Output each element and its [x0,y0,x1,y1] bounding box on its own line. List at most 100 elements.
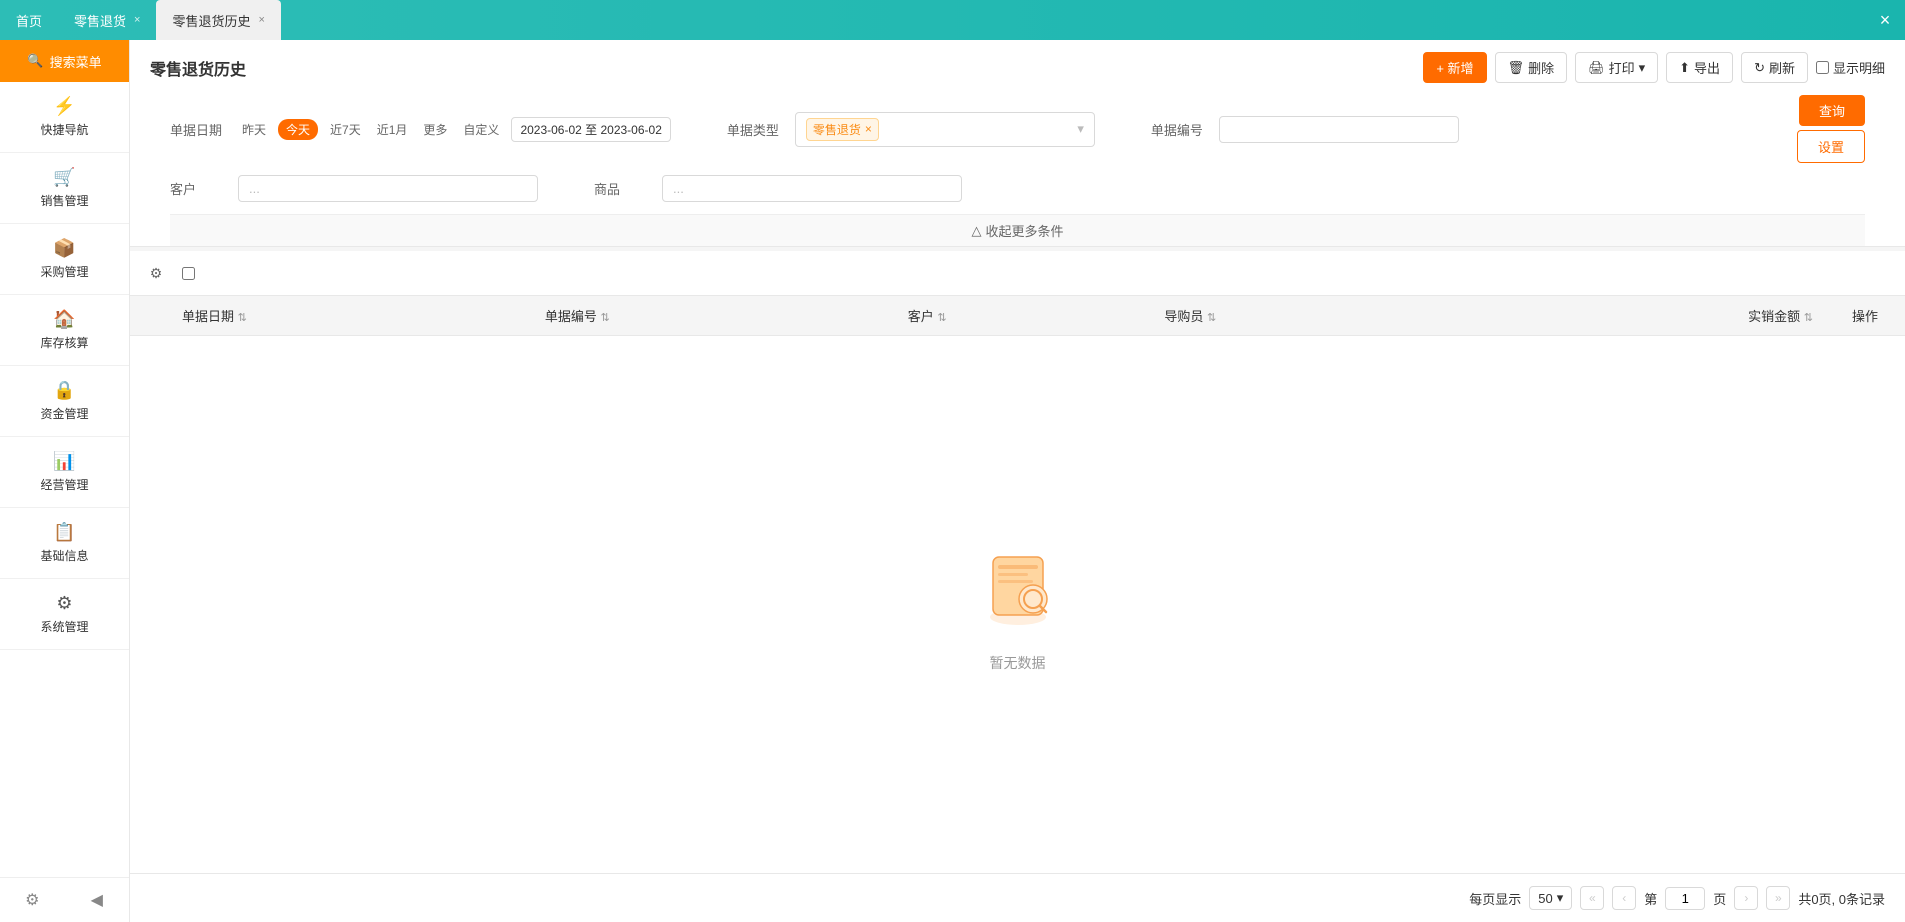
prev-page-btn[interactable]: ‹ [1612,886,1636,910]
date-range-input[interactable]: 2023-06-02 至 2023-06-02 [511,117,670,142]
date-btn-today[interactable]: 今天 [278,119,318,140]
delete-icon: 🗑 [1508,60,1525,76]
first-page-btn[interactable]: « [1580,886,1604,910]
customer-select[interactable]: ... [238,175,538,202]
tab-retail-return-label: 零售退货 [74,11,126,30]
tab-list: 首页 零售退货 × 零售退货历史 × [0,0,1865,40]
last-page-btn[interactable]: » [1766,886,1790,910]
quick-nav-icon: ⚡ [53,96,75,117]
sidebar-item-quick-nav-label: 快捷导航 [40,121,88,138]
sidebar-item-sales-mgmt[interactable]: 🛒 销售管理 [0,153,129,224]
filter-area: 单据日期 昨天 今天 近7天 近1月 更多 自定义 2023-06-02 至 2… [150,95,1885,246]
empty-text: 暂无数据 [990,653,1046,673]
filter-row-date: 单据日期 昨天 今天 近7天 近1月 更多 自定义 2023-06-02 至 2… [170,95,1865,163]
table-settings-icon[interactable]: ⚙ [142,259,170,287]
tab-retail-return-close[interactable]: × [134,14,140,26]
toolbar: + 新增 🗑 删除 🖨 打印 ▾ ⬆ 导出 ↻ [1423,52,1885,83]
page-input[interactable] [1665,887,1705,910]
tab-home[interactable]: 首页 [0,0,58,40]
basic-info-icon: 📋 [53,522,75,543]
filter-number-block: 单据编号 [1151,116,1459,143]
th-date[interactable]: 单据日期 [170,296,533,336]
ops-mgmt-icon: 📊 [53,451,75,472]
tab-retail-return[interactable]: 零售退货 × [58,0,156,40]
refresh-icon: ↻ [1754,60,1765,76]
tab-retail-return-history-close[interactable]: × [258,14,264,26]
filter-customer-block: 客户 ... [170,175,538,202]
goods-placeholder: ... [673,181,684,196]
collapse-button[interactable]: △ 收起更多条件 [170,214,1865,246]
type-tag-close[interactable]: × [865,122,872,136]
date-btn-more[interactable]: 更多 [419,119,451,140]
setting-button[interactable]: 设置 [1797,130,1865,163]
sidebar-item-inventory[interactable]: 🏠 库存核算 [0,295,129,366]
print-button[interactable]: 🖨 打印 ▾ [1575,52,1658,83]
table-area: ⚙ 单据日期 单据编号 [130,251,1905,873]
tab-retail-return-history-label: 零售退货历史 [172,11,250,30]
sidebar-item-finance-mgmt-label: 资金管理 [40,405,88,422]
sidebar: 🔍 搜索菜单 ⚡ 快捷导航 🛒 销售管理 📦 采购管理 🏠 库存核算 🔒 [0,40,130,922]
sidebar-item-inventory-label: 库存核算 [40,334,88,351]
print-icon: 🖨 [1588,60,1605,76]
th-guide-label: 导购员 [1164,309,1203,324]
sidebar-collapse-btn[interactable]: ◀ [65,886,130,914]
date-btn-custom[interactable]: 自定义 [459,119,503,140]
sidebar-item-sys-mgmt[interactable]: ⚙ 系统管理 [0,579,129,650]
show-detail-input[interactable] [1816,61,1829,74]
filter-type-block: 单据类型 零售退货 × ▾ [727,112,1095,147]
th-amount[interactable]: 实销金额 [1462,296,1825,336]
show-detail-checkbox[interactable]: 显示明细 [1816,58,1885,77]
top-bar: 首页 零售退货 × 零售退货历史 × × [0,0,1905,40]
sidebar-settings-btn[interactable]: ⚙ [0,886,65,914]
collapse-icon: ◀ [91,890,103,910]
next-page-btn[interactable]: › [1734,886,1758,910]
sidebar-item-purchase-mgmt[interactable]: 📦 采购管理 [0,224,129,295]
type-select[interactable]: 零售退货 × ▾ [795,112,1095,147]
sidebar-item-basic-info-label: 基础信息 [40,547,88,564]
type-chevron-icon: ▾ [1077,121,1084,137]
date-label: 单据日期 [170,120,230,139]
date-options: 昨天 今天 近7天 近1月 更多 自定义 2023-06-02 至 2023-0… [238,117,671,142]
select-all-checkbox[interactable] [182,267,195,280]
customer-placeholder: ... [249,181,260,196]
sidebar-item-quick-nav[interactable]: ⚡ 快捷导航 [0,82,129,153]
sys-mgmt-icon: ⚙ [56,593,72,614]
refresh-button[interactable]: ↻ 刷新 [1741,52,1808,83]
total-text: 共0页, 0条记录 [1798,889,1885,908]
sidebar-item-sales-mgmt-label: 销售管理 [40,192,88,209]
th-date-label: 单据日期 [182,309,234,324]
th-number[interactable]: 单据编号 [533,296,896,336]
collapse-icon: △ [971,223,981,239]
page-label: 第 [1644,889,1657,908]
th-actions-label: 操作 [1852,309,1878,324]
collapse-label: 收起更多条件 [985,221,1063,240]
sidebar-footer: ⚙ ◀ [0,877,129,922]
page-unit: 页 [1713,889,1726,908]
settings-footer-icon: ⚙ [25,890,39,910]
window-close-button[interactable]: × [1865,0,1905,40]
th-guide[interactable]: 导购员 [1152,296,1462,336]
tab-retail-return-history[interactable]: 零售退货历史 × [156,0,280,40]
empty-state: 暂无数据 [130,336,1905,873]
goods-select[interactable]: ... [662,175,962,202]
filter-row-customer: 客户 ... 商品 ... [170,175,1865,202]
type-tag: 零售退货 × [806,118,879,141]
goods-label: 商品 [594,179,654,198]
sidebar-item-basic-info[interactable]: 📋 基础信息 [0,508,129,579]
page-size-select[interactable]: 50 ▾ [1529,886,1572,910]
sidebar-nav: ⚡ 快捷导航 🛒 销售管理 📦 采购管理 🏠 库存核算 🔒 资金管理 📊 [0,82,129,877]
sidebar-item-finance-mgmt[interactable]: 🔒 资金管理 [0,366,129,437]
th-customer[interactable]: 客户 [896,296,1153,336]
query-button[interactable]: 查询 [1799,95,1865,126]
date-btn-1month[interactable]: 近1月 [373,119,412,140]
add-button[interactable]: + 新增 [1423,52,1486,83]
sidebar-search[interactable]: 🔍 搜索菜单 [0,40,129,82]
export-button[interactable]: ⬆ 导出 [1666,52,1733,83]
date-btn-yesterday[interactable]: 昨天 [238,119,270,140]
type-label: 单据类型 [727,120,787,139]
number-input[interactable] [1219,116,1459,143]
date-btn-7days[interactable]: 近7天 [326,119,365,140]
sidebar-item-ops-mgmt[interactable]: 📊 经营管理 [0,437,129,508]
delete-button[interactable]: 🗑 删除 [1495,52,1568,83]
th-actions: 操作 [1825,296,1905,336]
